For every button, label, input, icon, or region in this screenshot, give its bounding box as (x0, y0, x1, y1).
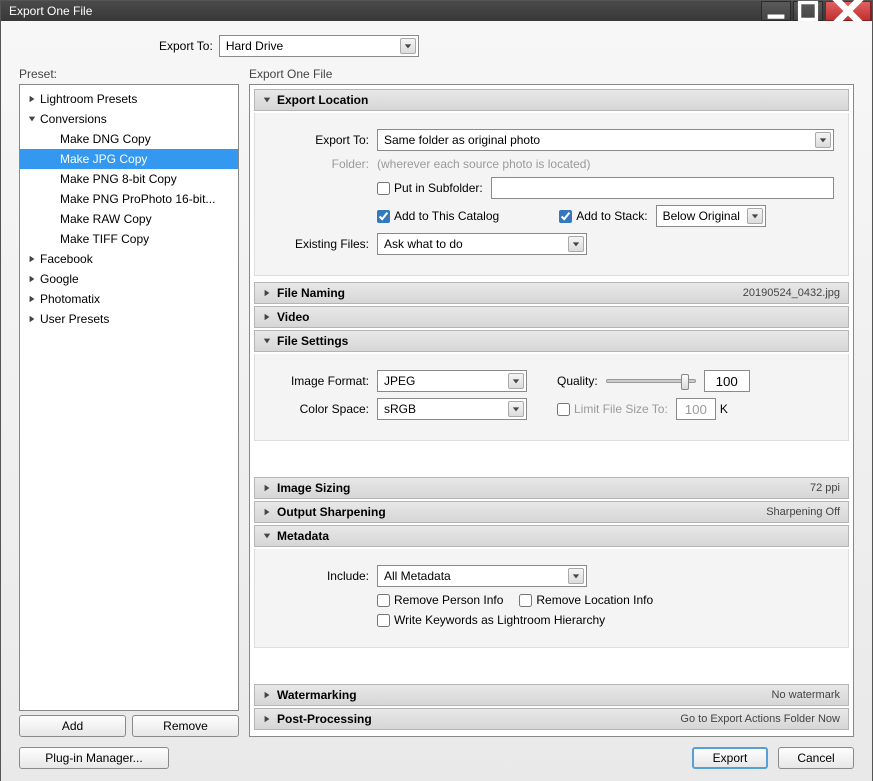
export-button[interactable]: Export (692, 747, 768, 769)
preset-group-label: Google (40, 272, 79, 286)
section-metadata[interactable]: Metadata (254, 525, 849, 547)
triangle-right-icon (263, 508, 271, 516)
preset-group-label: Photomatix (40, 292, 100, 306)
preset-item[interactable]: Make TIFF Copy (20, 229, 238, 249)
export-to-combo[interactable]: Hard Drive (219, 35, 419, 57)
remove-location-checkbox[interactable] (519, 594, 532, 607)
file-settings-body: Image Format: JPEG Quality: Color Spac (254, 354, 849, 441)
preset-group[interactable]: User Presets (20, 309, 238, 329)
preset-group[interactable]: Facebook (20, 249, 238, 269)
preset-group-label: Facebook (40, 252, 93, 266)
metadata-include-combo[interactable]: All Metadata (377, 565, 587, 587)
preset-item[interactable]: Make RAW Copy (20, 209, 238, 229)
add-stack-checkbox[interactable] (559, 210, 572, 223)
preset-group[interactable]: Lightroom Presets (20, 89, 238, 109)
write-keywords-checkbox[interactable] (377, 614, 390, 627)
slider-thumb-icon[interactable] (681, 374, 689, 390)
minimize-button[interactable] (761, 1, 791, 21)
triangle-right-icon (26, 95, 38, 103)
preset-item[interactable]: Make PNG 8-bit Copy (20, 169, 238, 189)
triangle-right-icon (263, 691, 271, 699)
right-header: Export One File (249, 67, 854, 81)
quality-input[interactable] (704, 370, 750, 392)
triangle-right-icon (263, 289, 271, 297)
export-to-value: Hard Drive (226, 39, 283, 53)
preset-group[interactable]: Google (20, 269, 238, 289)
subfolder-checkbox[interactable] (377, 182, 390, 195)
preset-group[interactable]: Conversions (20, 109, 238, 129)
triangle-down-icon (26, 115, 38, 123)
limit-size-input[interactable] (676, 398, 716, 420)
remove-preset-button[interactable]: Remove (132, 715, 239, 737)
section-watermarking[interactable]: Watermarking No watermark (254, 684, 849, 706)
chevron-down-icon (508, 373, 524, 389)
remove-person-checkbox[interactable] (377, 594, 390, 607)
existing-files-combo[interactable]: Ask what to do (377, 233, 587, 255)
chevron-down-icon (568, 236, 584, 252)
chevron-down-icon (815, 132, 831, 148)
chevron-down-icon (400, 38, 416, 54)
section-file-naming[interactable]: File Naming 20190524_0432.jpg (254, 282, 849, 304)
color-space-combo[interactable]: sRGB (377, 398, 527, 420)
metadata-body: Include: All Metadata Remove Person Info… (254, 549, 849, 648)
quality-slider[interactable] (606, 379, 696, 383)
cancel-button[interactable]: Cancel (778, 747, 854, 769)
preset-label: Preset: (19, 67, 239, 81)
plugin-manager-button[interactable]: Plug-in Manager... (19, 747, 169, 769)
export-location-body: Export To: Same folder as original photo… (254, 113, 849, 276)
triangle-right-icon (263, 313, 271, 321)
chevron-down-icon (747, 208, 763, 224)
preset-group-label: Lightroom Presets (40, 92, 137, 106)
preset-tree[interactable]: Lightroom Presets Conversions Make DNG Cop… (19, 84, 239, 711)
triangle-right-icon (263, 484, 271, 492)
preset-group-label: Conversions (40, 112, 107, 126)
export-to-label: Export To: (159, 39, 213, 53)
image-format-combo[interactable]: JPEG (377, 370, 527, 392)
stack-position-combo[interactable]: Below Original (656, 205, 766, 227)
triangle-right-icon (263, 715, 271, 723)
triangle-right-icon (26, 275, 38, 283)
section-export-location[interactable]: Export Location (254, 89, 849, 111)
preset-item[interactable]: Make PNG ProPhoto 16-bit... (20, 189, 238, 209)
section-image-sizing[interactable]: Image Sizing 72 ppi (254, 477, 849, 499)
section-video[interactable]: Video (254, 306, 849, 328)
triangle-right-icon (26, 315, 38, 323)
triangle-down-icon (263, 96, 271, 104)
preset-item[interactable]: Make DNG Copy (20, 129, 238, 149)
limit-size-checkbox[interactable] (557, 403, 570, 416)
triangle-right-icon (26, 255, 38, 263)
maximize-button[interactable] (793, 1, 823, 21)
triangle-right-icon (26, 295, 38, 303)
triangle-down-icon (263, 337, 271, 345)
close-button[interactable] (825, 1, 871, 21)
export-location-combo[interactable]: Same folder as original photo (377, 129, 834, 151)
chevron-down-icon (508, 401, 524, 417)
preset-group-label: User Presets (40, 312, 109, 326)
triangle-down-icon (263, 532, 271, 540)
section-post-processing[interactable]: Post-Processing Go to Export Actions Fol… (254, 708, 849, 730)
preset-item[interactable]: Make JPG Copy (20, 149, 238, 169)
add-catalog-checkbox[interactable] (377, 210, 390, 223)
window-title: Export One File (9, 4, 92, 18)
titlebar: Export One File (1, 1, 872, 21)
export-dialog: Export One File Export To: Hard Drive Pr… (0, 0, 873, 762)
settings-panel[interactable]: Export Location Export To: Same folder a… (249, 84, 854, 737)
chevron-down-icon (568, 568, 584, 584)
preset-group[interactable]: Photomatix (20, 289, 238, 309)
add-preset-button[interactable]: Add (19, 715, 126, 737)
subfolder-input[interactable] (491, 177, 834, 199)
section-file-settings[interactable]: File Settings (254, 330, 849, 352)
section-output-sharpening[interactable]: Output Sharpening Sharpening Off (254, 501, 849, 523)
